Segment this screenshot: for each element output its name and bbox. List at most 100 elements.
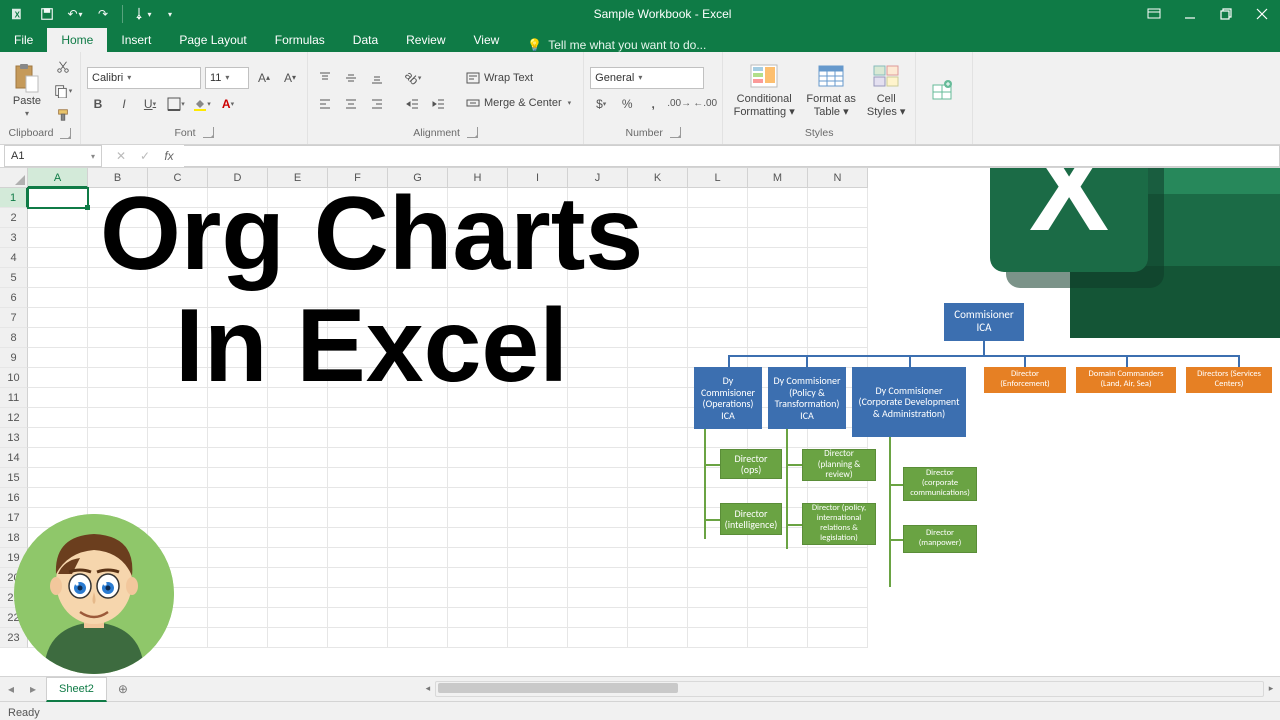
col-header-N[interactable]: N (808, 168, 868, 188)
format-painter-button[interactable] (52, 104, 74, 126)
cell-D10[interactable] (208, 368, 268, 388)
cell-I22[interactable] (508, 608, 568, 628)
cell-K22[interactable] (628, 608, 688, 628)
font-size-combo[interactable]: 11▾ (205, 67, 249, 89)
cell-D2[interactable] (208, 208, 268, 228)
cell-J6[interactable] (568, 288, 628, 308)
cell-G21[interactable] (388, 588, 448, 608)
cell-D11[interactable] (208, 388, 268, 408)
cancel-formula-button[interactable]: ✕ (110, 145, 132, 167)
cell-C16[interactable] (148, 488, 208, 508)
col-header-I[interactable]: I (508, 168, 568, 188)
increase-decimal-button[interactable]: .00→ (668, 93, 690, 115)
cell-G2[interactable] (388, 208, 448, 228)
cell-I17[interactable] (508, 508, 568, 528)
cell-J13[interactable] (568, 428, 628, 448)
row-header-7[interactable]: 7 (0, 308, 28, 328)
row-header-10[interactable]: 10 (0, 368, 28, 388)
cell-F4[interactable] (328, 248, 388, 268)
cell-C6[interactable] (148, 288, 208, 308)
cell-J1[interactable] (568, 188, 628, 208)
sheet-nav-next[interactable]: ▸ (22, 682, 44, 696)
row-header-2[interactable]: 2 (0, 208, 28, 228)
cell-F16[interactable] (328, 488, 388, 508)
cell-G14[interactable] (388, 448, 448, 468)
cell-F10[interactable] (328, 368, 388, 388)
cell-H17[interactable] (448, 508, 508, 528)
cell-A15[interactable] (28, 468, 88, 488)
cell-J19[interactable] (568, 548, 628, 568)
cell-D5[interactable] (208, 268, 268, 288)
insert-cells-button[interactable] (922, 58, 962, 124)
insert-function-button[interactable]: fx (158, 145, 180, 167)
wrap-text-button[interactable]: Wrap Text (460, 67, 577, 89)
cell-G20[interactable] (388, 568, 448, 588)
cell-E8[interactable] (268, 328, 328, 348)
cell-C12[interactable] (148, 408, 208, 428)
row-header-15[interactable]: 15 (0, 468, 28, 488)
cell-E2[interactable] (268, 208, 328, 228)
cell-F8[interactable] (328, 328, 388, 348)
cell-J8[interactable] (568, 328, 628, 348)
cell-K16[interactable] (628, 488, 688, 508)
fill-color-button[interactable]: ▾ (191, 93, 213, 115)
cell-K2[interactable] (628, 208, 688, 228)
cell-A7[interactable] (28, 308, 88, 328)
cell-K5[interactable] (628, 268, 688, 288)
row-header-5[interactable]: 5 (0, 268, 28, 288)
cell-D21[interactable] (208, 588, 268, 608)
tab-view[interactable]: View (460, 28, 514, 52)
cell-K10[interactable] (628, 368, 688, 388)
cell-A10[interactable] (28, 368, 88, 388)
cell-J7[interactable] (568, 308, 628, 328)
cell-M3[interactable] (748, 228, 808, 248)
italic-button[interactable]: I (113, 93, 135, 115)
cell-D20[interactable] (208, 568, 268, 588)
cell-E1[interactable] (268, 188, 328, 208)
cell-F17[interactable] (328, 508, 388, 528)
cell-G17[interactable] (388, 508, 448, 528)
cell-I5[interactable] (508, 268, 568, 288)
cell-C15[interactable] (148, 468, 208, 488)
cell-M1[interactable] (748, 188, 808, 208)
align-right-button[interactable] (366, 93, 388, 115)
col-header-D[interactable]: D (208, 168, 268, 188)
cell-I12[interactable] (508, 408, 568, 428)
cell-K17[interactable] (628, 508, 688, 528)
cell-styles-button[interactable]: Cell Styles ▾ (863, 58, 909, 124)
cell-J4[interactable] (568, 248, 628, 268)
cell-K23[interactable] (628, 628, 688, 648)
cell-I18[interactable] (508, 528, 568, 548)
cell-F13[interactable] (328, 428, 388, 448)
col-header-C[interactable]: C (148, 168, 208, 188)
cell-I11[interactable] (508, 388, 568, 408)
cell-G5[interactable] (388, 268, 448, 288)
formula-input[interactable] (184, 145, 1280, 167)
cell-H6[interactable] (448, 288, 508, 308)
cell-K9[interactable] (628, 348, 688, 368)
cell-F11[interactable] (328, 388, 388, 408)
close-button[interactable] (1244, 0, 1280, 28)
row-header-9[interactable]: 9 (0, 348, 28, 368)
cell-M4[interactable] (748, 248, 808, 268)
cell-I16[interactable] (508, 488, 568, 508)
sheet-tab-active[interactable]: Sheet2 (46, 677, 107, 702)
cell-H14[interactable] (448, 448, 508, 468)
decrease-decimal-button[interactable]: ←.00 (694, 93, 716, 115)
cell-G1[interactable] (388, 188, 448, 208)
cell-J9[interactable] (568, 348, 628, 368)
cell-C8[interactable] (148, 328, 208, 348)
cell-I21[interactable] (508, 588, 568, 608)
number-dialog-launcher[interactable] (670, 127, 681, 138)
hscroll-thumb[interactable] (438, 683, 678, 693)
increase-indent-button[interactable] (428, 93, 450, 115)
cell-C5[interactable] (148, 268, 208, 288)
cell-J12[interactable] (568, 408, 628, 428)
comma-format-button[interactable]: , (642, 93, 664, 115)
cell-A9[interactable] (28, 348, 88, 368)
cell-D7[interactable] (208, 308, 268, 328)
new-sheet-button[interactable]: ⊕ (111, 677, 135, 701)
cell-A12[interactable] (28, 408, 88, 428)
col-header-A[interactable]: A (28, 168, 88, 188)
cell-E3[interactable] (268, 228, 328, 248)
